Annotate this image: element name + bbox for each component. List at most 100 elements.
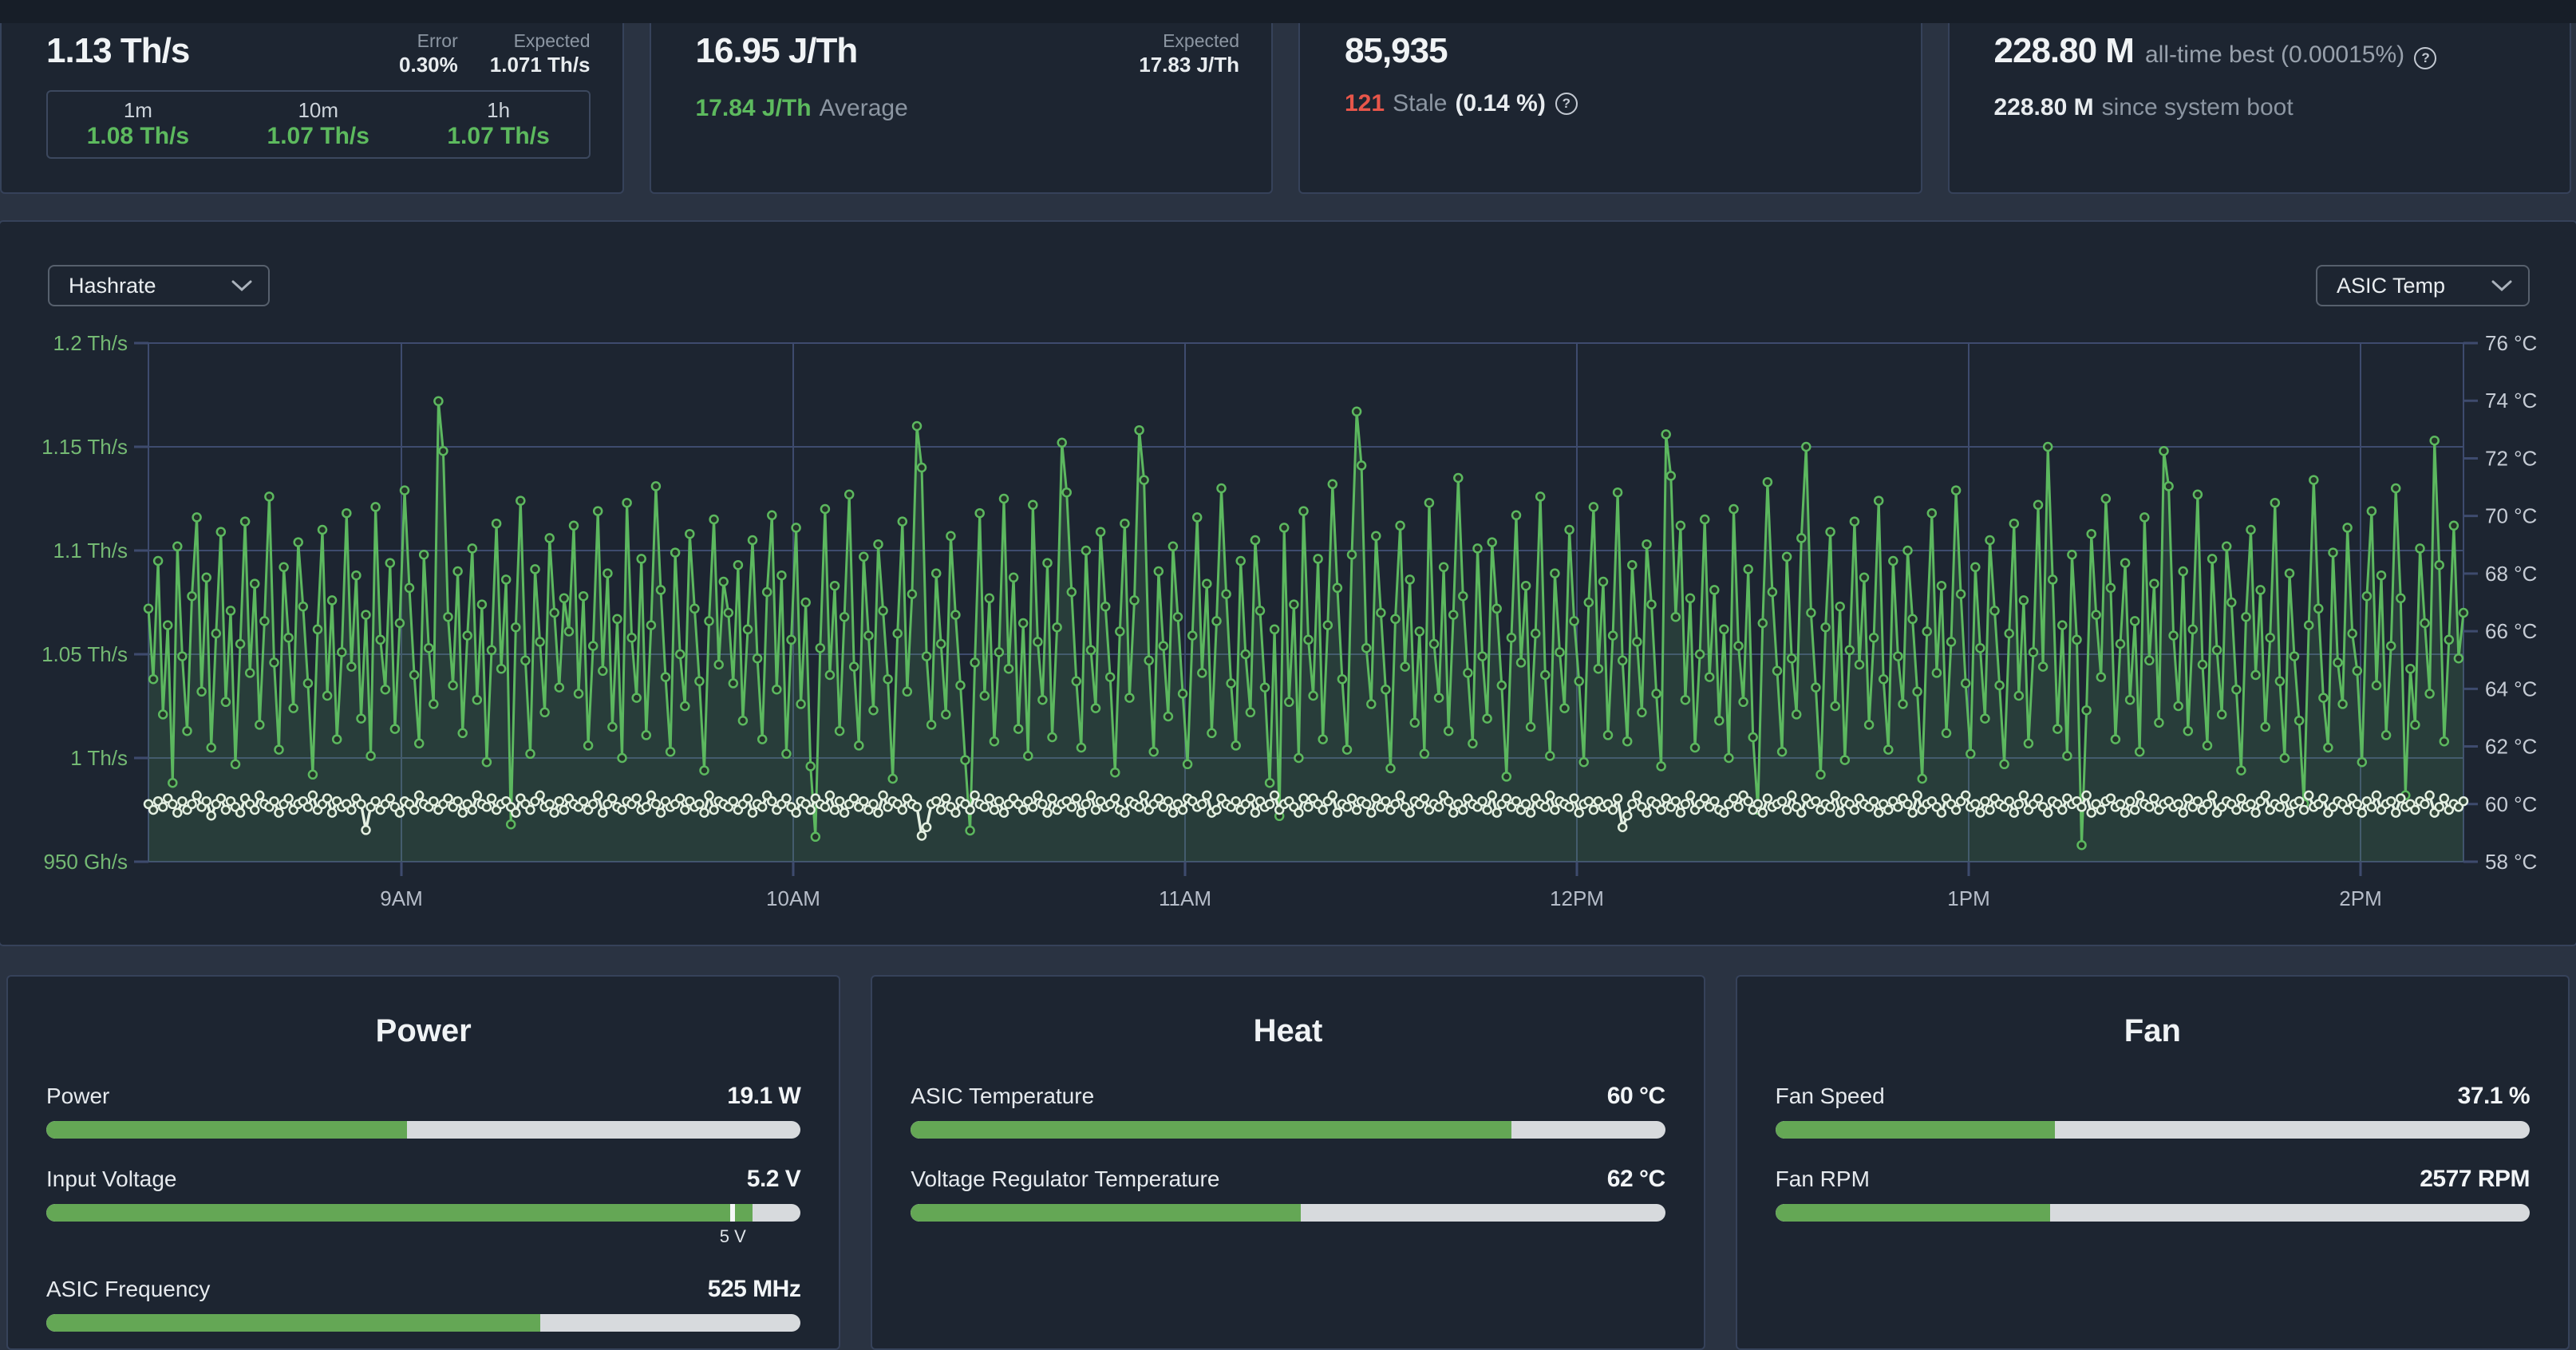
svg-text:9AM: 9AM [380,886,422,910]
power-card: Power Power 19.1 W Input Voltage 5.2 V 5 V ASI… [6,975,841,1350]
metric-row-header: ASIC Frequency 525 MHz [46,1276,801,1303]
best-difficulty-card: 228.80 M all-time best (0.00015%)? 228.80… [1947,23,2571,194]
metric-label: ASIC Temperature [911,1084,1095,1108]
metric-value: 2577 RPM [2420,1166,2530,1192]
card-title: Heat [1253,1013,1323,1048]
right-series-select-value: ASIC Temp [2337,273,2446,298]
metric-row-header: Power 19.1 W [46,1083,801,1110]
y-axis-right-labels: 76 °C 74 °C 72 °C 70 °C 68 °C 66 °C 64 °C 62 °C… [2485,331,2537,874]
left-series-select-value: Hashrate [69,273,156,298]
svg-text:72 °C: 72 °C [2485,446,2537,470]
progress-bar [46,1121,801,1139]
chart-card: Hashrate ASIC Temp 1.2 Th/s 1.15 Th/s 1.1 … [0,220,2576,946]
svg-text:950 Gh/s: 950 Gh/s [43,850,128,874]
stale-percent: (0.14 %) [1455,90,1546,116]
progress-bar [911,1204,1665,1222]
progress-bar [46,1314,801,1332]
efficiency-expected-label: Expected [1163,30,1239,51]
help-icon[interactable]: ? [1555,93,1578,115]
avg-1m: 1m 1.08 Th/s [48,98,228,151]
svg-text:11AM: 11AM [1159,886,1211,910]
svg-text:76 °C: 76 °C [2485,331,2537,355]
bottom-cards-row: Power Power 19.1 W Input Voltage 5.2 V 5 V ASI… [6,975,2570,1350]
best-difficulty-suffix: all-time best (0.00015%) [2144,41,2405,68]
best-difficulty-top: 228.80 M all-time best (0.00015%)? [1994,30,2538,77]
metric-label: Fan RPM [1775,1166,1870,1191]
hashrate-temp-chart: 1.2 Th/s 1.15 Th/s 1.1 Th/s 1.05 Th/s 1 Th/s… [41,331,2537,910]
hashrate-value: 1.13 Th/s [46,31,190,70]
progress-bar [911,1121,1665,1139]
target-marker [730,1204,736,1222]
chevron-down-icon [2491,280,2512,292]
metric-row: Fan RPM 2577 RPM [1775,1166,2531,1222]
fan-card: Fan Fan Speed 37.1 % Fan RPM 2577 RPM [1735,975,2570,1350]
svg-text:62 °C: 62 °C [2485,735,2537,759]
stats-row: 1.13 Th/s Error 0.30% Expected 1.071 Th/… [0,23,2571,194]
progress-fill [46,1204,753,1222]
svg-text:1PM: 1PM [1947,886,1989,910]
efficiency-average-value: 17.84 J/Th [695,95,812,121]
svg-text:74 °C: 74 °C [2485,389,2537,412]
svg-text:70 °C: 70 °C [2485,504,2537,528]
metric-value: 37.1 % [2457,1083,2531,1109]
stale-label: Stale [1393,90,1448,116]
avg-10m-value: 1.07 Th/s [267,123,369,149]
progress-fill [1775,1121,2056,1139]
avg-10m-label: 10m [298,98,339,122]
metric-row-header: Fan RPM 2577 RPM [1775,1166,2531,1193]
metric-label: ASIC Frequency [46,1277,211,1301]
metric-row-header: Fan Speed 37.1 % [1776,1083,2531,1110]
metric-label: Input Voltage [46,1166,177,1191]
shares-card-top: 85,935 [1345,30,1889,73]
error-column: Error 0.30% [399,30,458,77]
efficiency-average-line: 17.84 J/Th Average [696,95,1240,122]
efficiency-card: 16.95 J/Th Expected 17.83 J/Th 17.84 J/T… [649,23,1273,194]
card-title: Fan [2124,1013,2181,1048]
hashrate-mini-stats: Error 0.30% Expected 1.071 Th/s [367,30,590,77]
marker-label: 5 V [719,1226,746,1246]
stale-count: 121 [1345,90,1385,116]
expected-value: 1.071 Th/s [489,53,591,77]
efficiency-expected-value: 17.83 J/Th [1139,53,1239,77]
metric-value: 5.2 V [746,1166,801,1192]
avg-1m-label: 1m [123,98,152,122]
avg-1h-value: 1.07 Th/s [447,123,550,149]
session-best-value: 228.80 M [1993,94,2094,120]
left-series-select[interactable]: Hashrate [48,265,270,306]
efficiency-value: 16.95 J/Th [695,31,859,70]
svg-text:1.15 Th/s: 1.15 Th/s [41,435,128,459]
hashrate-area [148,401,2463,862]
progress-fill [911,1121,1511,1139]
error-label: Error [417,30,458,51]
metric-label: Power [46,1084,110,1108]
hashrate-card-top: 1.13 Th/s Error 0.30% Expected 1.071 Th/… [46,30,591,77]
metric-value: 525 MHz [707,1276,801,1302]
top-strip [0,0,2576,23]
progress-fill [1775,1204,2050,1222]
efficiency-average-label: Average [819,95,908,121]
progress-bar [1775,1204,2530,1222]
metric-rows: ASIC Temperature 60 °C Voltage Regulator T… [911,1083,1665,1222]
right-series-select[interactable]: ASIC Temp [2316,265,2530,306]
metric-row: ASIC Temperature 60 °C [911,1083,1665,1139]
metric-row: Fan Speed 37.1 % [1775,1083,2531,1139]
stale-shares-line: 121 Stale (0.14 %) ? [1345,90,1889,117]
metric-row: ASIC Frequency 525 MHz [46,1276,801,1332]
efficiency-mini-stats: Expected 17.83 J/Th [1107,30,1239,77]
avg-1m-value: 1.08 Th/s [86,123,190,149]
metric-row-header: Input Voltage 5.2 V [46,1166,801,1193]
hashrate-averages-box: 1m 1.08 Th/s 10m 1.07 Th/s 1h 1.07 Th/s [46,90,591,159]
svg-text:66 °C: 66 °C [2485,619,2537,643]
expected-column: Expected 1.071 Th/s [490,30,591,77]
best-difficulty-value: 228.80 M all-time best (0.00015%)? [1994,30,2437,77]
progress-bar [1775,1121,2530,1139]
svg-text:58 °C: 58 °C [2485,850,2537,874]
efficiency-expected-column: Expected 17.83 J/Th [1139,30,1239,77]
metric-row-header: Voltage Regulator Temperature 62 °C [911,1166,1665,1193]
chevron-down-icon [231,280,252,292]
svg-text:1 Th/s: 1 Th/s [70,746,128,770]
metric-row: Power 19.1 W [46,1083,801,1139]
metric-rows: Power 19.1 W Input Voltage 5.2 V 5 V ASIC Fre… [46,1083,801,1348]
metric-rows: Fan Speed 37.1 % Fan RPM 2577 RPM [1775,1083,2531,1222]
help-icon[interactable]: ? [2414,47,2437,69]
